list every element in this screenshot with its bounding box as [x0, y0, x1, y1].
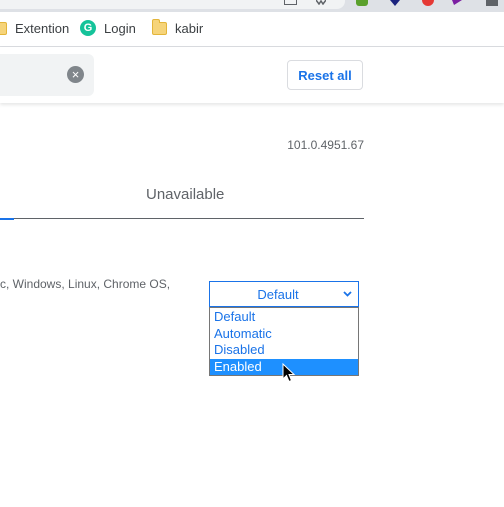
bookmark-label: kabir: [175, 20, 204, 36]
bookmark-login[interactable]: G Login: [80, 16, 136, 40]
star-icon[interactable]: [316, 0, 326, 5]
tab-unavailable[interactable]: Unavailable: [146, 186, 224, 203]
clear-search-icon[interactable]: ×: [67, 66, 84, 83]
extension-purple-icon[interactable]: [452, 0, 462, 5]
extension-green-icon[interactable]: [356, 0, 368, 6]
bookmarks-bar: Extention G Login kabir: [0, 12, 504, 47]
bookmark-extention[interactable]: Extention: [0, 16, 69, 40]
flag-platforms: c, Windows, Linux, Chrome OS,: [0, 277, 171, 291]
extension-puzzle-icon[interactable]: [486, 0, 498, 6]
flags-header: × Reset all: [0, 47, 504, 103]
extension-diamond-icon[interactable]: [390, 0, 400, 6]
folder-icon: [152, 18, 167, 35]
bookmark-kabir[interactable]: kabir: [152, 16, 203, 40]
tab-available-indicator[interactable]: [0, 218, 14, 220]
tab-strip: [0, 0, 504, 12]
extension-red-icon[interactable]: [422, 0, 434, 6]
chrome-flags-page: Extention G Login kabir × Reset all 101.…: [0, 0, 504, 507]
flags-tabs: Unavailable: [0, 175, 364, 220]
flag-state-select[interactable]: Default: [209, 281, 359, 307]
folder-icon: [0, 21, 7, 35]
version-label: 101.0.4951.67: [287, 138, 364, 152]
option-automatic[interactable]: Automatic: [210, 326, 358, 343]
select-value: Default: [257, 286, 299, 302]
mouse-cursor-icon: [282, 363, 296, 383]
grammarly-icon: G: [80, 20, 96, 36]
cast-icon[interactable]: [284, 0, 297, 5]
option-default[interactable]: Default: [210, 309, 358, 326]
reset-all-button[interactable]: Reset all: [287, 60, 363, 90]
search-input[interactable]: ×: [0, 54, 94, 96]
chevron-down-icon: [343, 291, 352, 297]
bookmark-label: Extention: [15, 20, 70, 36]
option-disabled[interactable]: Disabled: [210, 342, 358, 359]
bookmark-label: Login: [104, 20, 136, 36]
